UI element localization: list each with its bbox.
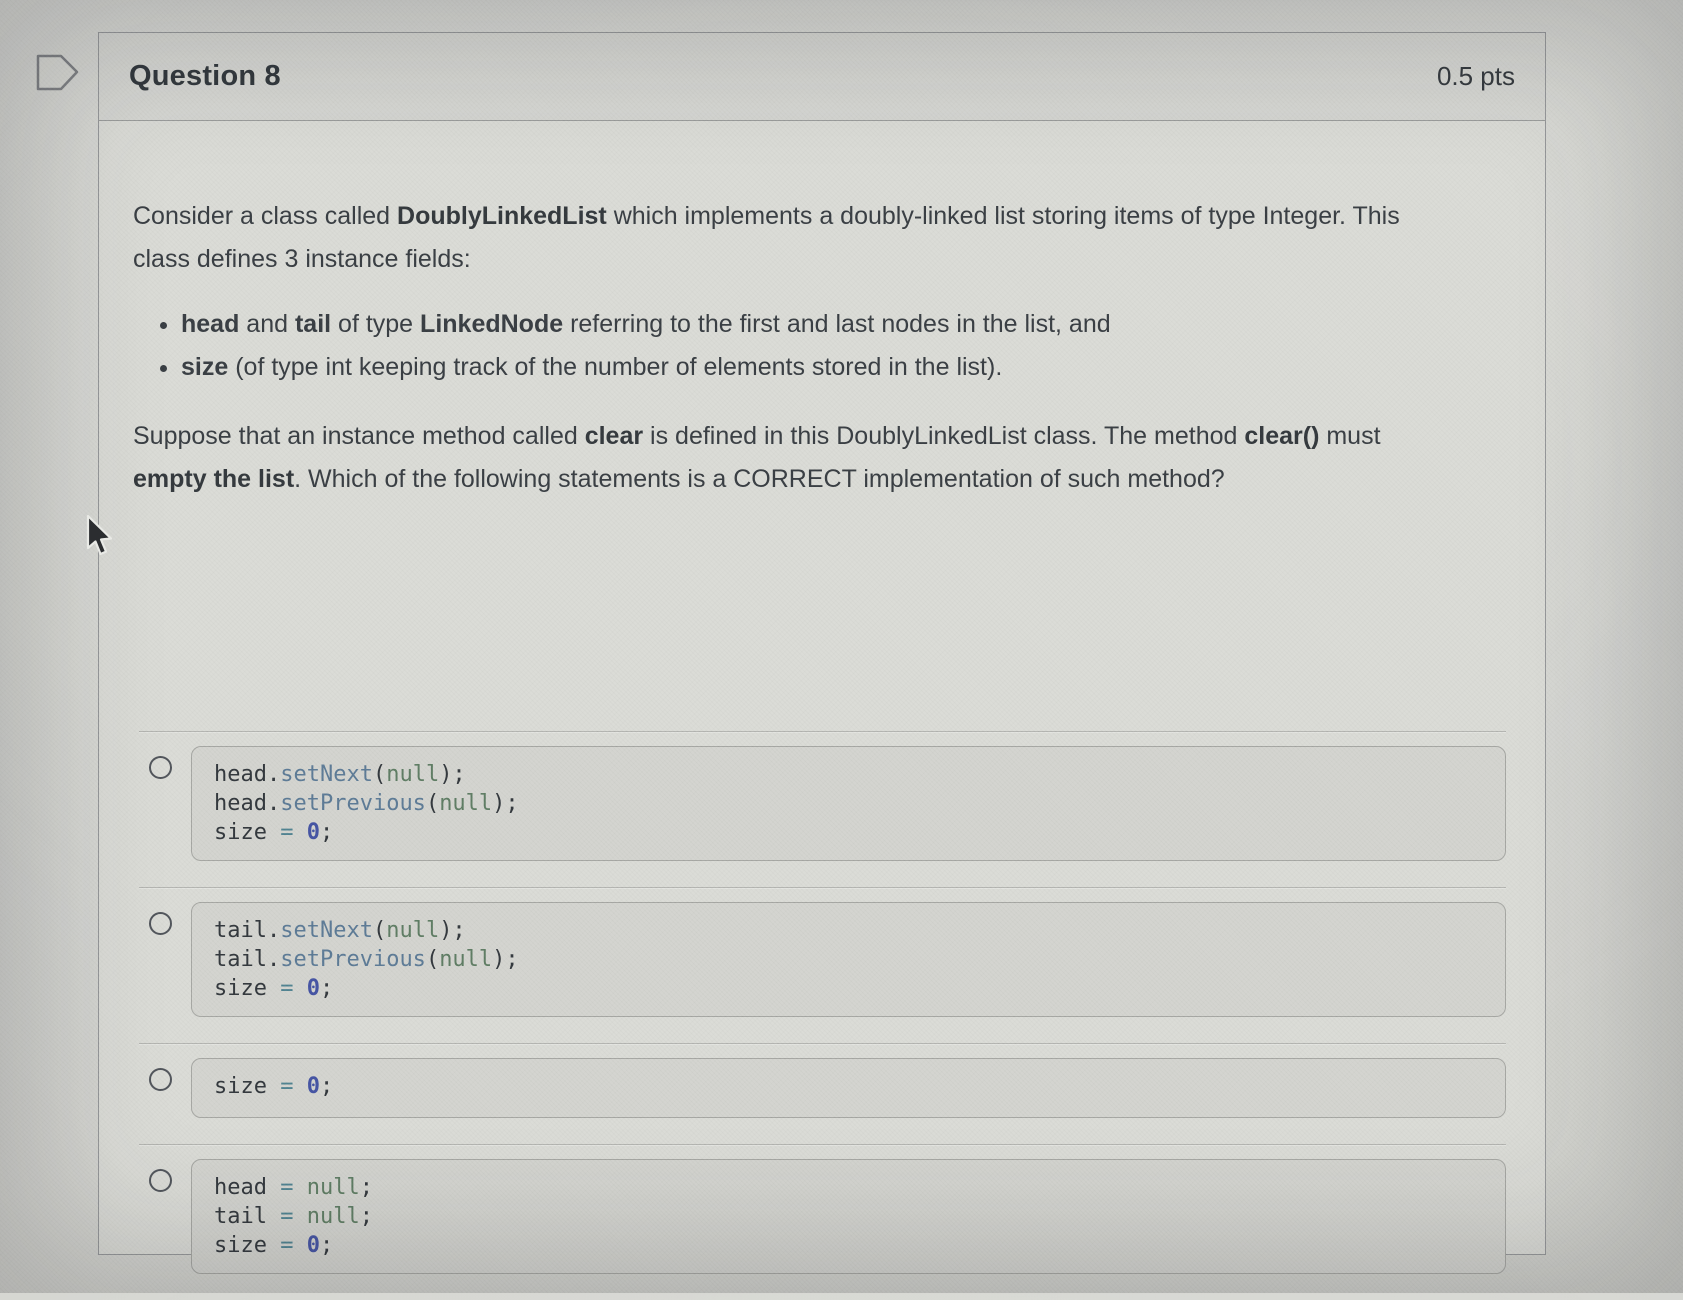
- code-line: head = null;: [214, 1173, 1483, 1202]
- option-divider: [139, 887, 1506, 888]
- code-line: tail.setPrevious(null);: [214, 945, 1483, 974]
- option-divider: [139, 1144, 1506, 1145]
- answer-option-b: tail.setNext(null);tail.setPrevious(null…: [139, 887, 1506, 1017]
- answer-row: head = null;tail = null;size = 0;: [139, 1159, 1506, 1274]
- option-divider: [139, 1043, 1506, 1044]
- answer-radio-option-b[interactable]: [149, 912, 172, 935]
- mouse-pointer-icon: [84, 514, 118, 560]
- list-item: size (of type int keeping track of the n…: [181, 346, 1421, 389]
- answer-row: head.setNext(null);head.setPrevious(null…: [139, 746, 1506, 861]
- code-line: head.setNext(null);: [214, 760, 1483, 789]
- code-line: size = 0;: [214, 974, 1483, 1003]
- code-line: head.setPrevious(null);: [214, 789, 1483, 818]
- answer-code-block-option-d[interactable]: head = null;tail = null;size = 0;: [191, 1159, 1506, 1274]
- question-points: 0.5 pts: [1437, 61, 1515, 92]
- answer-code-block-option-b[interactable]: tail.setNext(null);tail.setPrevious(null…: [191, 902, 1506, 1017]
- answer-row: size = 0;: [139, 1058, 1506, 1118]
- flag-question-icon[interactable]: [35, 53, 81, 93]
- answer-code-block-option-a[interactable]: head.setNext(null);head.setPrevious(null…: [191, 746, 1506, 861]
- code-line: size = 0;: [214, 1231, 1483, 1260]
- question-body: Consider a class called DoublyLinkedList…: [99, 121, 1545, 1254]
- code-line: tail.setNext(null);: [214, 916, 1483, 945]
- answer-row: tail.setNext(null);tail.setPrevious(null…: [139, 902, 1506, 1017]
- code-line: size = 0;: [214, 1072, 1483, 1101]
- question-paragraph-intro: Consider a class called DoublyLinkedList…: [133, 121, 1418, 281]
- question-title: Question 8: [129, 60, 281, 93]
- question-header: Question 8 0.5 pts: [99, 33, 1545, 121]
- question-card: Question 8 0.5 pts Consider a class call…: [98, 32, 1546, 1255]
- answer-options: head.setNext(null);head.setPrevious(null…: [139, 731, 1506, 1300]
- list-item: head and tail of type LinkedNode referri…: [181, 303, 1421, 346]
- question-paragraph-prompt: Suppose that an instance method called c…: [133, 415, 1418, 501]
- answer-option-c: size = 0;: [139, 1043, 1506, 1118]
- answer-radio-option-d[interactable]: [149, 1169, 172, 1192]
- answer-option-d: head = null;tail = null;size = 0;: [139, 1144, 1506, 1274]
- answer-radio-option-c[interactable]: [149, 1068, 172, 1091]
- answer-option-a: head.setNext(null);head.setPrevious(null…: [139, 731, 1506, 861]
- answer-code-block-option-c[interactable]: size = 0;: [191, 1058, 1506, 1118]
- code-line: size = 0;: [214, 818, 1483, 847]
- instance-fields-list: head and tail of type LinkedNode referri…: [133, 303, 1421, 389]
- option-divider: [139, 731, 1506, 732]
- code-line: tail = null;: [214, 1202, 1483, 1231]
- answer-radio-option-a[interactable]: [149, 756, 172, 779]
